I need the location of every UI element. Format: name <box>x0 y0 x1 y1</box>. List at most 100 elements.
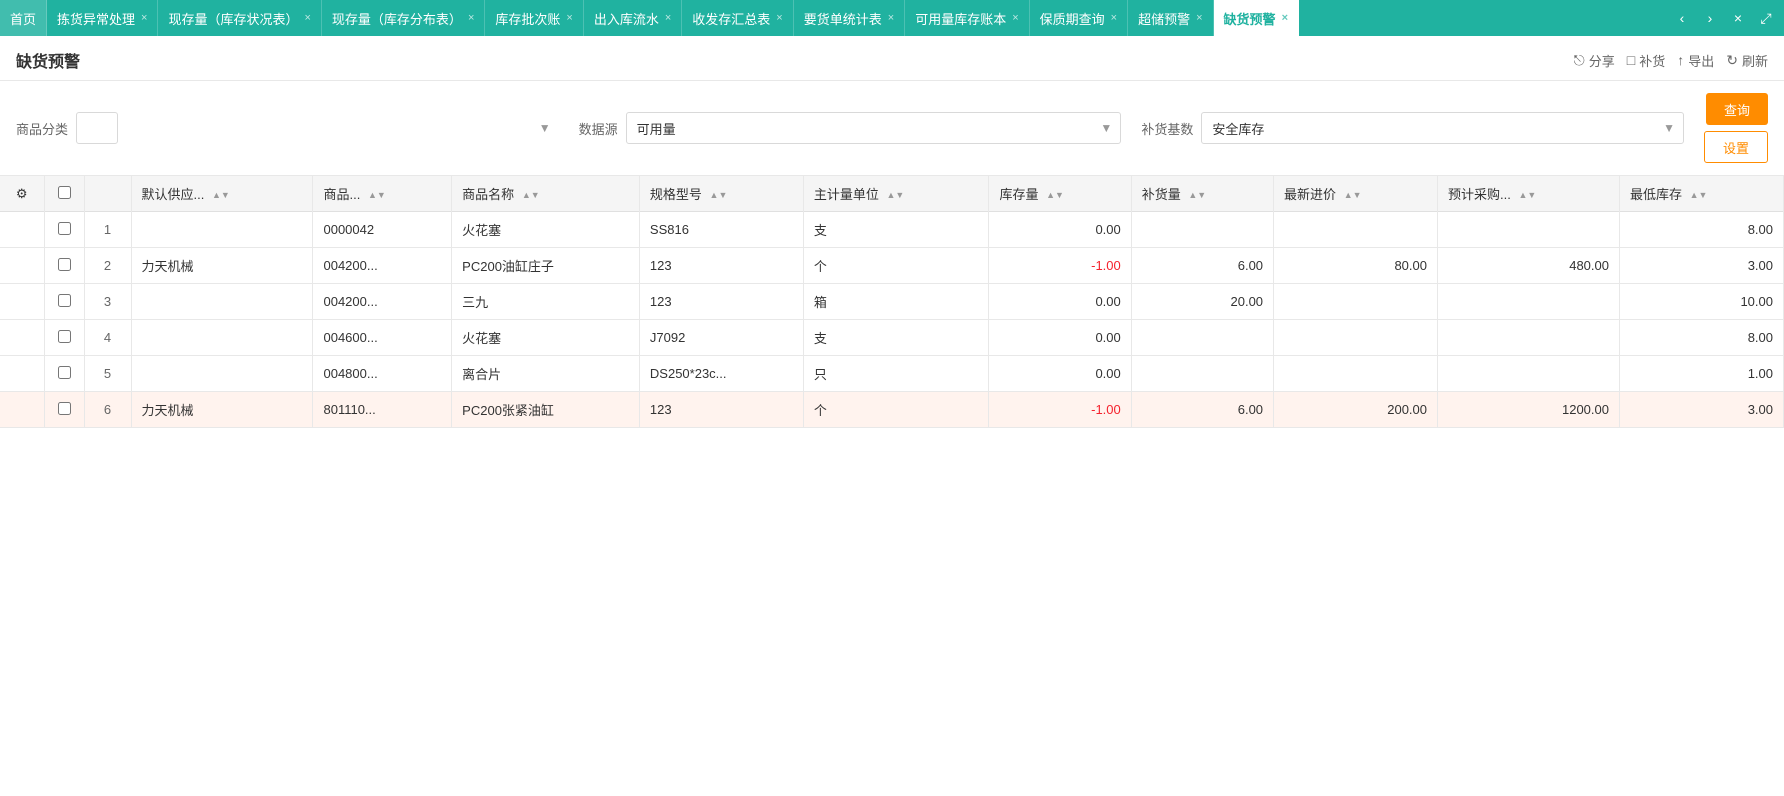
tab-expiry-query[interactable]: 保质期查询 × <box>1030 0 1128 36</box>
col-stock[interactable]: 库存量 ▲▼ <box>989 176 1131 212</box>
tab-inventory-dist[interactable]: 现存量（库存分布表） × <box>322 0 485 36</box>
row-settings-cell <box>0 248 44 284</box>
row-unit: 只 <box>803 356 989 392</box>
row-checkbox[interactable] <box>58 330 71 343</box>
row-name: 火花塞 <box>452 320 640 356</box>
tab-maximize-btn[interactable]: ⤢ <box>1752 4 1780 32</box>
tab-close-abnormal[interactable]: × <box>141 12 147 24</box>
tab-home[interactable]: 首页 <box>0 0 47 36</box>
table-container: ⚙ 默认供应... ▲▼ 商品... ▲▼ 商品名称 <box>0 176 1784 428</box>
row-checkbox[interactable] <box>58 258 71 271</box>
datasource-dropdown-arrow: ▼ <box>1100 121 1112 135</box>
tab-receipt-summary[interactable]: 收发存汇总表 × <box>682 0 793 36</box>
row-checkbox-cell <box>44 212 84 248</box>
tab-close-receipt-summary[interactable]: × <box>776 12 782 24</box>
row-latest-price <box>1274 212 1438 248</box>
row-index: 2 <box>84 248 131 284</box>
row-stock: 0.00 <box>989 320 1131 356</box>
refresh-button[interactable]: ↻ 刷新 <box>1726 51 1768 70</box>
col-latest-price[interactable]: 最新进价 ▲▼ <box>1274 176 1438 212</box>
select-all-checkbox[interactable] <box>58 186 71 199</box>
row-est-purchase <box>1438 320 1620 356</box>
row-replenish <box>1131 356 1273 392</box>
tab-nav-controls: ‹ › × ⤢ <box>1668 4 1784 32</box>
tab-abnormal[interactable]: 拣货异常处理 × <box>47 0 158 36</box>
table-row: 5 004800... 离合片 DS250*23c... 只 0.00 1.00 <box>0 356 1784 392</box>
tab-shortage[interactable]: 缺货预警 × <box>1214 0 1299 36</box>
category-select[interactable] <box>76 112 118 144</box>
replenish-button[interactable]: □ 补货 <box>1627 51 1665 70</box>
row-unit: 箱 <box>803 284 989 320</box>
replenish-base-dropdown-arrow: ▼ <box>1663 121 1675 135</box>
row-est-purchase: 480.00 <box>1438 248 1620 284</box>
col-unit[interactable]: 主计量单位 ▲▼ <box>803 176 989 212</box>
row-spec: J7092 <box>639 320 803 356</box>
row-replenish <box>1131 212 1273 248</box>
col-est-purchase[interactable]: 预计采购... ▲▼ <box>1438 176 1620 212</box>
row-supplier <box>131 284 313 320</box>
row-checkbox[interactable] <box>58 366 71 379</box>
tab-close-available-ledger[interactable]: × <box>1012 12 1018 24</box>
tab-close-demand-stat[interactable]: × <box>888 12 894 24</box>
query-button[interactable]: 查询 <box>1706 93 1768 125</box>
datasource-select[interactable]: 可用量 ▼ <box>626 112 1122 144</box>
col-supplier[interactable]: 默认供应... ▲▼ <box>131 176 313 212</box>
header-actions: ⎋ 分享 □ 补货 ↑ 导出 ↻ 刷新 <box>1574 51 1768 70</box>
replenish-base-select-wrapper: 安全库存 ▼ <box>1201 112 1684 144</box>
row-supplier <box>131 356 313 392</box>
tab-bar: 首页 拣货异常处理 × 现存量（库存状况表） × 现存量（库存分布表） × 库存… <box>0 0 1784 36</box>
tab-next-btn[interactable]: › <box>1696 4 1724 32</box>
tab-available-ledger[interactable]: 可用量库存账本 × <box>905 0 1029 36</box>
row-settings-cell <box>0 392 44 428</box>
tab-close-expiry-query[interactable]: × <box>1111 12 1117 24</box>
replenish-icon: □ <box>1627 52 1635 68</box>
row-latest-price <box>1274 356 1438 392</box>
row-supplier <box>131 212 313 248</box>
tab-demand-stat[interactable]: 要货单统计表 × <box>794 0 905 36</box>
col-name[interactable]: 商品名称 ▲▼ <box>452 176 640 212</box>
row-checkbox[interactable] <box>58 402 71 415</box>
tab-inventory-status[interactable]: 现存量（库存状况表） × <box>158 0 321 36</box>
row-settings-cell <box>0 320 44 356</box>
col-settings[interactable]: ⚙ <box>0 176 44 212</box>
tab-batch-account[interactable]: 库存批次账 × <box>485 0 583 36</box>
filter-row: 商品分类 ▼ 数据源 可用量 ▼ 补货基数 安全库存 <box>0 81 1784 176</box>
settings-button[interactable]: 设置 <box>1704 131 1768 163</box>
tab-close-overstock[interactable]: × <box>1196 12 1202 24</box>
table-header-row: ⚙ 默认供应... ▲▼ 商品... ▲▼ 商品名称 <box>0 176 1784 212</box>
row-index: 1 <box>84 212 131 248</box>
datasource-filter-group: 数据源 可用量 ▼ <box>579 112 1122 144</box>
data-table: ⚙ 默认供应... ▲▼ 商品... ▲▼ 商品名称 <box>0 176 1784 428</box>
tab-close-all-btn[interactable]: × <box>1724 4 1752 32</box>
share-button[interactable]: ⎋ 分享 <box>1574 51 1615 70</box>
tab-close-inout-flow[interactable]: × <box>665 12 671 24</box>
sort-stock: ▲▼ <box>1046 191 1064 200</box>
row-checkbox[interactable] <box>58 294 71 307</box>
tab-inout-flow[interactable]: 出入库流水 × <box>584 0 682 36</box>
row-code: 004600... <box>313 320 452 356</box>
col-min-stock[interactable]: 最低库存 ▲▼ <box>1619 176 1783 212</box>
row-supplier: 力天机械 <box>131 392 313 428</box>
row-supplier <box>131 320 313 356</box>
replenish-base-select[interactable]: 安全库存 ▼ <box>1201 112 1684 144</box>
row-code: 004800... <box>313 356 452 392</box>
tab-close-inventory-status[interactable]: × <box>304 12 310 24</box>
tab-close-batch-account[interactable]: × <box>566 12 572 24</box>
row-latest-price: 200.00 <box>1274 392 1438 428</box>
col-code[interactable]: 商品... ▲▼ <box>313 176 452 212</box>
row-name: 火花塞 <box>452 212 640 248</box>
row-replenish: 6.00 <box>1131 248 1273 284</box>
tab-close-shortage[interactable]: × <box>1282 12 1288 24</box>
share-icon: ⎋ <box>1574 52 1585 69</box>
row-index: 5 <box>84 356 131 392</box>
row-stock: 0.00 <box>989 356 1131 392</box>
tab-close-inventory-dist[interactable]: × <box>468 12 474 24</box>
tab-prev-btn[interactable]: ‹ <box>1668 4 1696 32</box>
row-code: 0000042 <box>313 212 452 248</box>
col-spec[interactable]: 规格型号 ▲▼ <box>639 176 803 212</box>
tab-overstock[interactable]: 超储预警 × <box>1128 0 1213 36</box>
col-replenish[interactable]: 补货量 ▲▼ <box>1131 176 1273 212</box>
row-checkbox[interactable] <box>58 222 71 235</box>
sort-name: ▲▼ <box>522 191 540 200</box>
export-button[interactable]: ↑ 导出 <box>1677 51 1714 70</box>
